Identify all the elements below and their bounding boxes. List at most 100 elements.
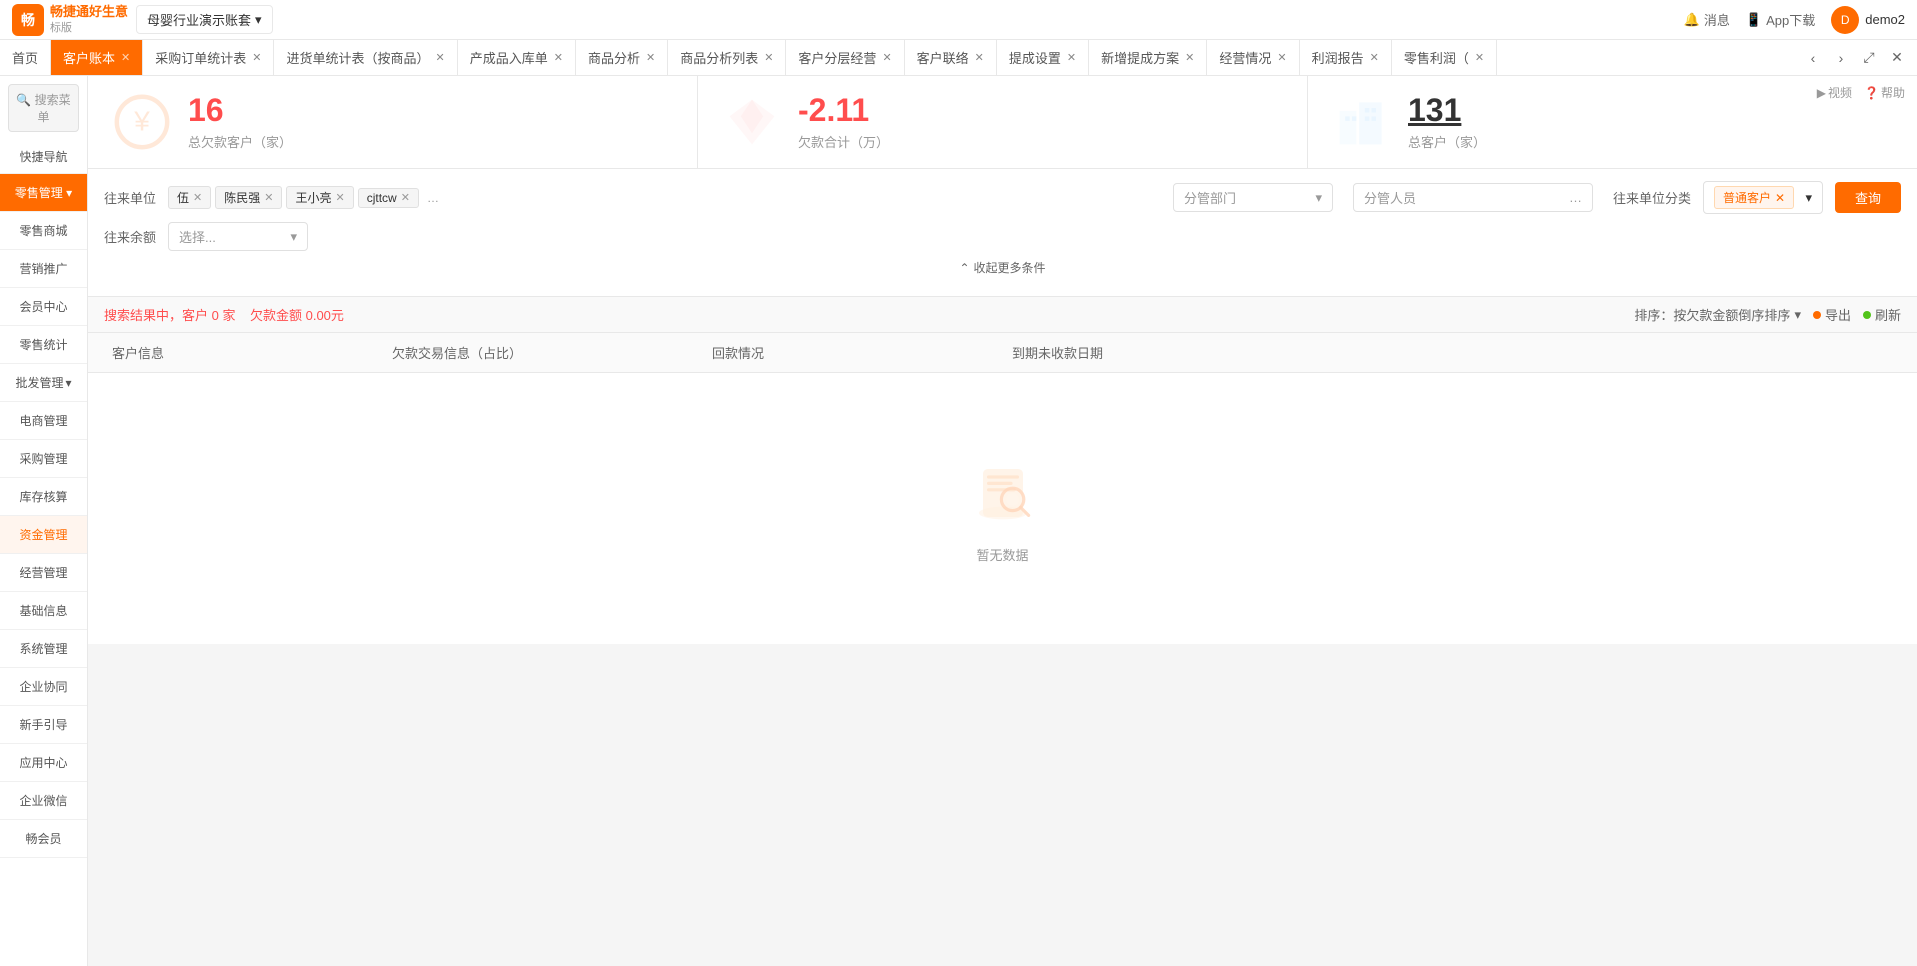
logo-icon: 畅 — [12, 4, 44, 36]
sidebar-item-app-center[interactable]: 应用中心 — [0, 744, 87, 782]
unit-tag-wu[interactable]: 伍 ✕ — [168, 186, 211, 209]
tab-maximize[interactable]: ⤢ — [1857, 46, 1881, 70]
classify-filter-select[interactable]: 普通客户 ✕ ▾ — [1703, 181, 1823, 214]
unit-tag-wang[interactable]: 王小亮 ✕ — [286, 186, 353, 209]
sidebar-item-retail-stats[interactable]: 零售统计 — [0, 326, 87, 364]
sidebar-item-retail-mgmt[interactable]: 零售管理 ▾ — [0, 174, 87, 212]
tab-close-icon[interactable]: ✕ — [1475, 51, 1484, 64]
sidebar-item-enterprise-collab[interactable]: 企业协同 — [0, 668, 87, 706]
diamond-icon — [722, 92, 782, 152]
sidebar-item-marketing[interactable]: 营销推广 — [0, 250, 87, 288]
tab-customer-tier[interactable]: 客户分层经营 ✕ — [786, 40, 904, 76]
tab-product-analysis-list[interactable]: 商品分析列表 ✕ — [668, 40, 786, 76]
tab-product-inbound[interactable]: 产成品入库单 ✕ — [458, 40, 576, 76]
table-header: 客户信息 欠款交易信息（占比） 回款情况 到期未收款日期 — [88, 333, 1917, 373]
tab-close-icon[interactable]: ✕ — [1277, 51, 1286, 64]
sidebar-item-member[interactable]: 畅会员 — [0, 820, 87, 858]
stat-number-debt: -2.11 — [798, 93, 889, 128]
user-area[interactable]: D demo2 — [1831, 6, 1905, 34]
message-button[interactable]: 🔔 消息 — [1684, 10, 1730, 29]
dept-filter-select[interactable]: 分管部门 ▾ — [1173, 183, 1333, 212]
classify-selected-tag: 普通客户 ✕ — [1714, 186, 1794, 209]
tab-close-icon[interactable]: ✕ — [975, 51, 984, 64]
remove-classify-tag[interactable]: ✕ — [1775, 191, 1785, 205]
remove-tag-cjttcw[interactable]: ✕ — [401, 191, 410, 204]
result-info: 搜索结果中，客户 0 家 欠款金额 0.00元 — [104, 305, 344, 324]
sidebar-item-member-center[interactable]: 会员中心 — [0, 288, 87, 326]
tab-commission-settings[interactable]: 提成设置 ✕ — [997, 40, 1089, 76]
filter-area: 往来单位 伍 ✕ 陈民强 ✕ 王小亮 ✕ cjttcw — [88, 169, 1917, 297]
empty-text: 暂无数据 — [976, 545, 1028, 564]
col-header-debt-info: 欠款交易信息（占比） — [384, 343, 704, 362]
video-link[interactable]: ▶ 视频 — [1817, 84, 1852, 101]
tab-customer-ledger[interactable]: 客户账本 ✕ — [51, 40, 143, 76]
tab-close-icon[interactable]: ✕ — [554, 51, 563, 64]
tab-operations[interactable]: 经营情况 ✕ — [1207, 40, 1299, 76]
unit-filter-tags: 伍 ✕ 陈民强 ✕ 王小亮 ✕ cjttcw ✕ … — [168, 186, 1161, 209]
sidebar-item-retail-mall[interactable]: 零售商城 — [0, 212, 87, 250]
person-filter-select[interactable]: 分管人员 … — [1353, 183, 1593, 212]
tab-product-analysis[interactable]: 商品分析 ✕ — [576, 40, 668, 76]
sidebar-item-basic-info[interactable]: 基础信息 — [0, 592, 87, 630]
tab-scroll-right[interactable]: › — [1829, 46, 1853, 70]
sidebar-item-beginner-guide[interactable]: 新手引导 — [0, 706, 87, 744]
stat-info-debt-amount: -2.11 欠款合计（万） — [798, 93, 889, 151]
help-link[interactable]: ❓ 帮助 — [1864, 84, 1905, 101]
sidebar-item-wholesale-mgmt[interactable]: 批发管理 ▾ — [0, 364, 87, 402]
collapse-button[interactable]: ⌃ 收起更多条件 — [951, 255, 1053, 280]
chevron-down-icon: ▾ — [1794, 307, 1801, 323]
stat-card-debt-amount: -2.11 欠款合计（万） — [698, 76, 1308, 168]
tab-close-icon[interactable]: ✕ — [1067, 51, 1076, 64]
col-header-customer: 客户信息 — [104, 343, 384, 362]
chevron-down-icon: ▾ — [1805, 190, 1812, 206]
chevron-down-icon: ▾ — [290, 229, 297, 245]
sidebar-item-operations-mgmt[interactable]: 经营管理 — [0, 554, 87, 592]
sidebar-item-enterprise-wechat[interactable]: 企业微信 — [0, 782, 87, 820]
tab-profit-report[interactable]: 利润报告 ✕ — [1300, 40, 1392, 76]
query-button[interactable]: 查询 — [1835, 182, 1901, 213]
play-icon: ▶ — [1817, 86, 1826, 100]
tab-purchase-stats[interactable]: 进货单统计表（按商品） ✕ — [274, 40, 457, 76]
sidebar-search-area: 🔍 搜索菜单 — [0, 76, 87, 140]
search-menu-button[interactable]: 🔍 搜索菜单 — [8, 84, 79, 132]
tab-close-icon[interactable]: ✕ — [882, 51, 891, 64]
remove-tag-chen[interactable]: ✕ — [264, 191, 273, 204]
remove-tag-wu[interactable]: ✕ — [193, 191, 202, 204]
tab-close-all[interactable]: ✕ — [1885, 46, 1909, 70]
balance-filter-select[interactable]: 选择... ▾ — [168, 222, 308, 251]
sidebar-item-system-mgmt[interactable]: 系统管理 — [0, 630, 87, 668]
tab-close-icon[interactable]: ✕ — [646, 51, 655, 64]
sidebar-quick-nav[interactable]: 快捷导航 — [0, 140, 87, 174]
result-actions: 排序：按欠款金额倒序排序 ▾ 导出 刷新 — [1634, 305, 1901, 324]
tab-scroll-left[interactable]: ‹ — [1801, 46, 1825, 70]
tab-retail-profit[interactable]: 零售利润（ ✕ — [1392, 40, 1497, 76]
export-button[interactable]: 导出 — [1813, 305, 1851, 324]
unit-tag-cjttcw[interactable]: cjttcw ✕ — [358, 188, 419, 208]
app-download-button[interactable]: 📱 App下载 — [1746, 10, 1815, 29]
sidebar-item-finance-mgmt[interactable]: 资金管理 — [0, 516, 87, 554]
sort-selector[interactable]: 排序：按欠款金额倒序排序 ▾ — [1634, 305, 1801, 324]
chevron-down-icon: ▾ — [255, 12, 262, 28]
sidebar-item-inventory[interactable]: 库存核算 — [0, 478, 87, 516]
sidebar-item-purchase-mgmt[interactable]: 采购管理 — [0, 440, 87, 478]
account-selector[interactable]: 母婴行业演示账套 ▾ — [136, 5, 273, 34]
refresh-icon — [1863, 311, 1871, 319]
tab-close-icon[interactable]: ✕ — [436, 51, 445, 64]
unit-tag-chen[interactable]: 陈民强 ✕ — [215, 186, 282, 209]
tab-close-icon[interactable]: ✕ — [1185, 51, 1194, 64]
tab-close-icon[interactable]: ✕ — [252, 51, 261, 64]
more-tags-button[interactable]: … — [423, 189, 443, 207]
tab-add-commission[interactable]: 新增提成方案 ✕ — [1089, 40, 1207, 76]
remove-tag-wang[interactable]: ✕ — [336, 191, 345, 204]
main-layout: 🔍 搜索菜单 快捷导航 零售管理 ▾ 零售商城 营销推广 会员中心 零售统计 批… — [0, 76, 1917, 966]
tab-home[interactable]: 首页 — [0, 40, 51, 76]
tab-customer-contact[interactable]: 客户联络 ✕ — [905, 40, 997, 76]
tab-close-icon[interactable]: ✕ — [121, 51, 130, 64]
tab-close-icon[interactable]: ✕ — [764, 51, 773, 64]
refresh-button[interactable]: 刷新 — [1863, 305, 1901, 324]
tab-close-icon[interactable]: ✕ — [1370, 51, 1379, 64]
content-area: ¥ 16 总欠款客户（家） -2.11 欠款合计（ — [88, 76, 1917, 966]
ellipsis-icon: … — [1569, 190, 1582, 205]
sidebar-item-ecommerce[interactable]: 电商管理 — [0, 402, 87, 440]
tab-purchase-order[interactable]: 采购订单统计表 ✕ — [143, 40, 274, 76]
